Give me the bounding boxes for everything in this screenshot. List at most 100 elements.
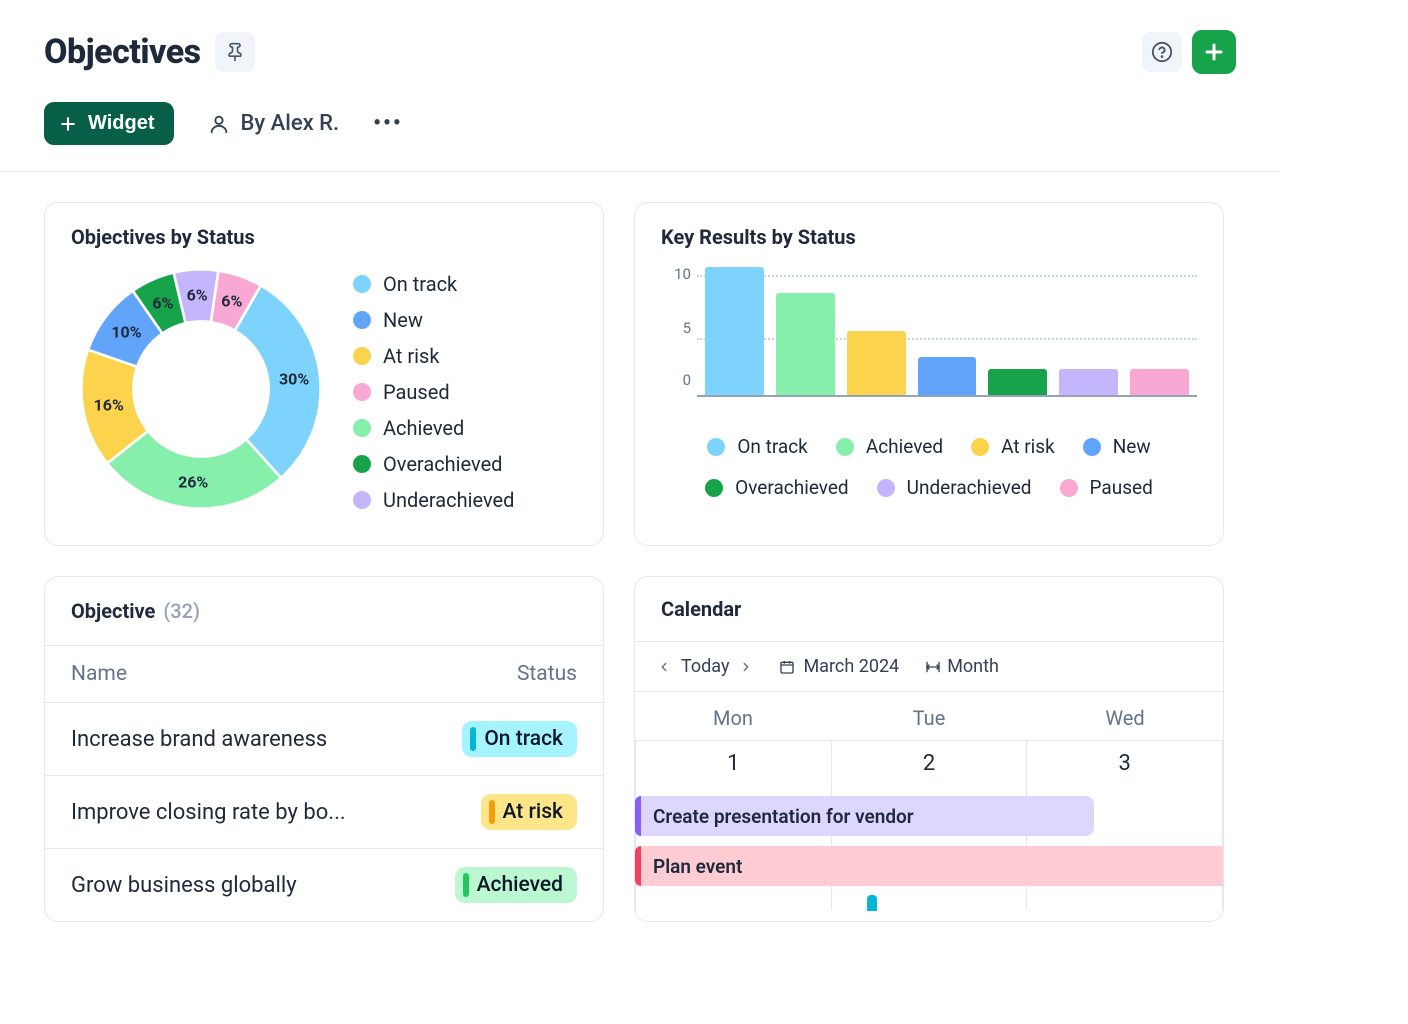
calendar-next[interactable] bbox=[739, 660, 753, 674]
calendar-event-partial[interactable] bbox=[867, 895, 877, 911]
legend-swatch bbox=[971, 438, 989, 456]
y-tick: 5 bbox=[683, 319, 691, 337]
donut-slice-label: 6% bbox=[187, 286, 208, 305]
legend-label: New bbox=[383, 308, 423, 332]
legend-label: Paused bbox=[383, 380, 450, 404]
legend-item[interactable]: On track bbox=[353, 272, 514, 296]
bar bbox=[847, 331, 906, 395]
legend-swatch bbox=[353, 275, 371, 293]
user-icon bbox=[208, 113, 230, 135]
objectives-by-status-card: Objectives by Status 30%26%16%10%6%6%6% … bbox=[44, 202, 604, 546]
legend-item[interactable]: At risk bbox=[353, 344, 514, 368]
status-badge: On track bbox=[462, 721, 577, 757]
legend-label: On track bbox=[737, 435, 807, 458]
card-title: Key Results by Status bbox=[635, 203, 1223, 249]
card-title: Calendar bbox=[661, 597, 741, 621]
table-row[interactable]: Improve closing rate by bo... At risk bbox=[45, 776, 603, 849]
list-columns: Name Status bbox=[45, 646, 603, 703]
plus-icon bbox=[1202, 40, 1226, 64]
objective-list-card: Objective (32) Name Status Increase bran… bbox=[44, 576, 604, 922]
legend-label: At risk bbox=[1001, 435, 1055, 458]
legend-label: Achieved bbox=[866, 435, 943, 458]
calendar-today[interactable]: Today bbox=[681, 656, 729, 677]
legend-swatch bbox=[1083, 438, 1101, 456]
legend-swatch bbox=[353, 419, 371, 437]
bar bbox=[1130, 369, 1189, 395]
column-status: Status bbox=[517, 662, 577, 686]
bar bbox=[918, 357, 977, 395]
legend-swatch bbox=[353, 383, 371, 401]
legend-label: On track bbox=[383, 272, 457, 296]
bar-legend: On track Achieved At risk New Overachieved Un… bbox=[661, 417, 1197, 499]
calendar-month-picker[interactable]: March 2024 bbox=[779, 656, 899, 677]
objective-count: (32) bbox=[163, 599, 200, 623]
chevron-right-icon bbox=[739, 660, 753, 674]
donut-slice-label: 26% bbox=[178, 473, 208, 492]
objective-name: Increase brand awareness bbox=[71, 727, 462, 752]
plus-icon bbox=[58, 114, 78, 134]
status-badge: At risk bbox=[481, 794, 578, 830]
help-icon bbox=[1151, 41, 1173, 63]
table-row[interactable]: Grow business globally Achieved bbox=[45, 849, 603, 921]
bar-chart: 10 5 0 bbox=[661, 267, 1197, 417]
legend-label: Overachieved bbox=[735, 476, 849, 499]
bar bbox=[1059, 369, 1118, 395]
y-tick: 10 bbox=[674, 265, 691, 283]
legend-label: Achieved bbox=[383, 416, 464, 440]
legend-item[interactable]: Underachieved bbox=[877, 476, 1032, 499]
legend-swatch bbox=[707, 438, 725, 456]
legend-item[interactable]: Paused bbox=[1060, 476, 1153, 499]
pin-icon bbox=[225, 42, 245, 62]
calendar-toolbar: Today March 2024 Month bbox=[635, 642, 1223, 692]
legend-label: At risk bbox=[383, 344, 439, 368]
donut-slice-label: 16% bbox=[94, 395, 124, 414]
toolbar: Widget By Alex R. ••• bbox=[44, 102, 1236, 145]
legend-swatch bbox=[353, 311, 371, 329]
calendar-day-headers: MonTueWed bbox=[635, 692, 1223, 740]
donut-slice-label: 6% bbox=[152, 294, 173, 313]
event-stripe bbox=[635, 796, 641, 836]
calendar-day-header: Wed bbox=[1027, 706, 1223, 730]
calendar-view-picker[interactable]: Month bbox=[925, 656, 999, 677]
calendar-date: 2 bbox=[923, 751, 935, 776]
objective-name: Improve closing rate by bo... bbox=[71, 800, 481, 825]
status-label: On track bbox=[484, 727, 563, 751]
legend-item[interactable]: On track bbox=[707, 435, 807, 458]
event-stripe bbox=[635, 846, 641, 886]
legend-item[interactable]: At risk bbox=[971, 435, 1055, 458]
add-button[interactable] bbox=[1192, 30, 1236, 74]
calendar-prev[interactable] bbox=[657, 660, 671, 674]
calendar-event[interactable]: Create presentation for vendor bbox=[635, 796, 1094, 836]
legend-item[interactable]: Overachieved bbox=[705, 476, 849, 499]
add-widget-button[interactable]: Widget bbox=[44, 102, 174, 145]
legend-swatch bbox=[836, 438, 854, 456]
calendar-icon bbox=[779, 659, 795, 675]
legend-item[interactable]: Underachieved bbox=[353, 488, 514, 512]
legend-item[interactable]: New bbox=[1083, 435, 1151, 458]
legend-item[interactable]: Overachieved bbox=[353, 452, 514, 476]
calendar-event[interactable]: Plan event bbox=[635, 846, 1223, 886]
event-title: Plan event bbox=[653, 855, 742, 878]
legend-label: Overachieved bbox=[383, 452, 502, 476]
legend-swatch bbox=[353, 347, 371, 365]
page-title: Objectives bbox=[44, 32, 201, 72]
objective-name: Grow business globally bbox=[71, 873, 455, 898]
more-menu[interactable]: ••• bbox=[373, 111, 403, 136]
legend-swatch bbox=[705, 479, 723, 497]
width-icon bbox=[925, 659, 941, 675]
page-header: Objectives bbox=[44, 30, 1236, 74]
help-button[interactable] bbox=[1142, 32, 1182, 72]
table-row[interactable]: Increase brand awareness On track bbox=[45, 703, 603, 776]
legend-item[interactable]: Paused bbox=[353, 380, 514, 404]
pin-button[interactable] bbox=[215, 32, 255, 72]
legend-item[interactable]: New bbox=[353, 308, 514, 332]
calendar-card: Calendar Today March 2024 Month MonTueW bbox=[634, 576, 1224, 922]
status-badge: Achieved bbox=[455, 867, 577, 903]
calendar-date: 1 bbox=[727, 751, 739, 776]
legend-item[interactable]: Achieved bbox=[353, 416, 514, 440]
calendar-grid: 123Create presentation for vendorPlan ev… bbox=[635, 740, 1223, 910]
column-name: Name bbox=[71, 662, 517, 686]
donut-slice-label: 10% bbox=[111, 323, 141, 342]
legend-item[interactable]: Achieved bbox=[836, 435, 943, 458]
author-filter[interactable]: By Alex R. bbox=[208, 111, 339, 136]
